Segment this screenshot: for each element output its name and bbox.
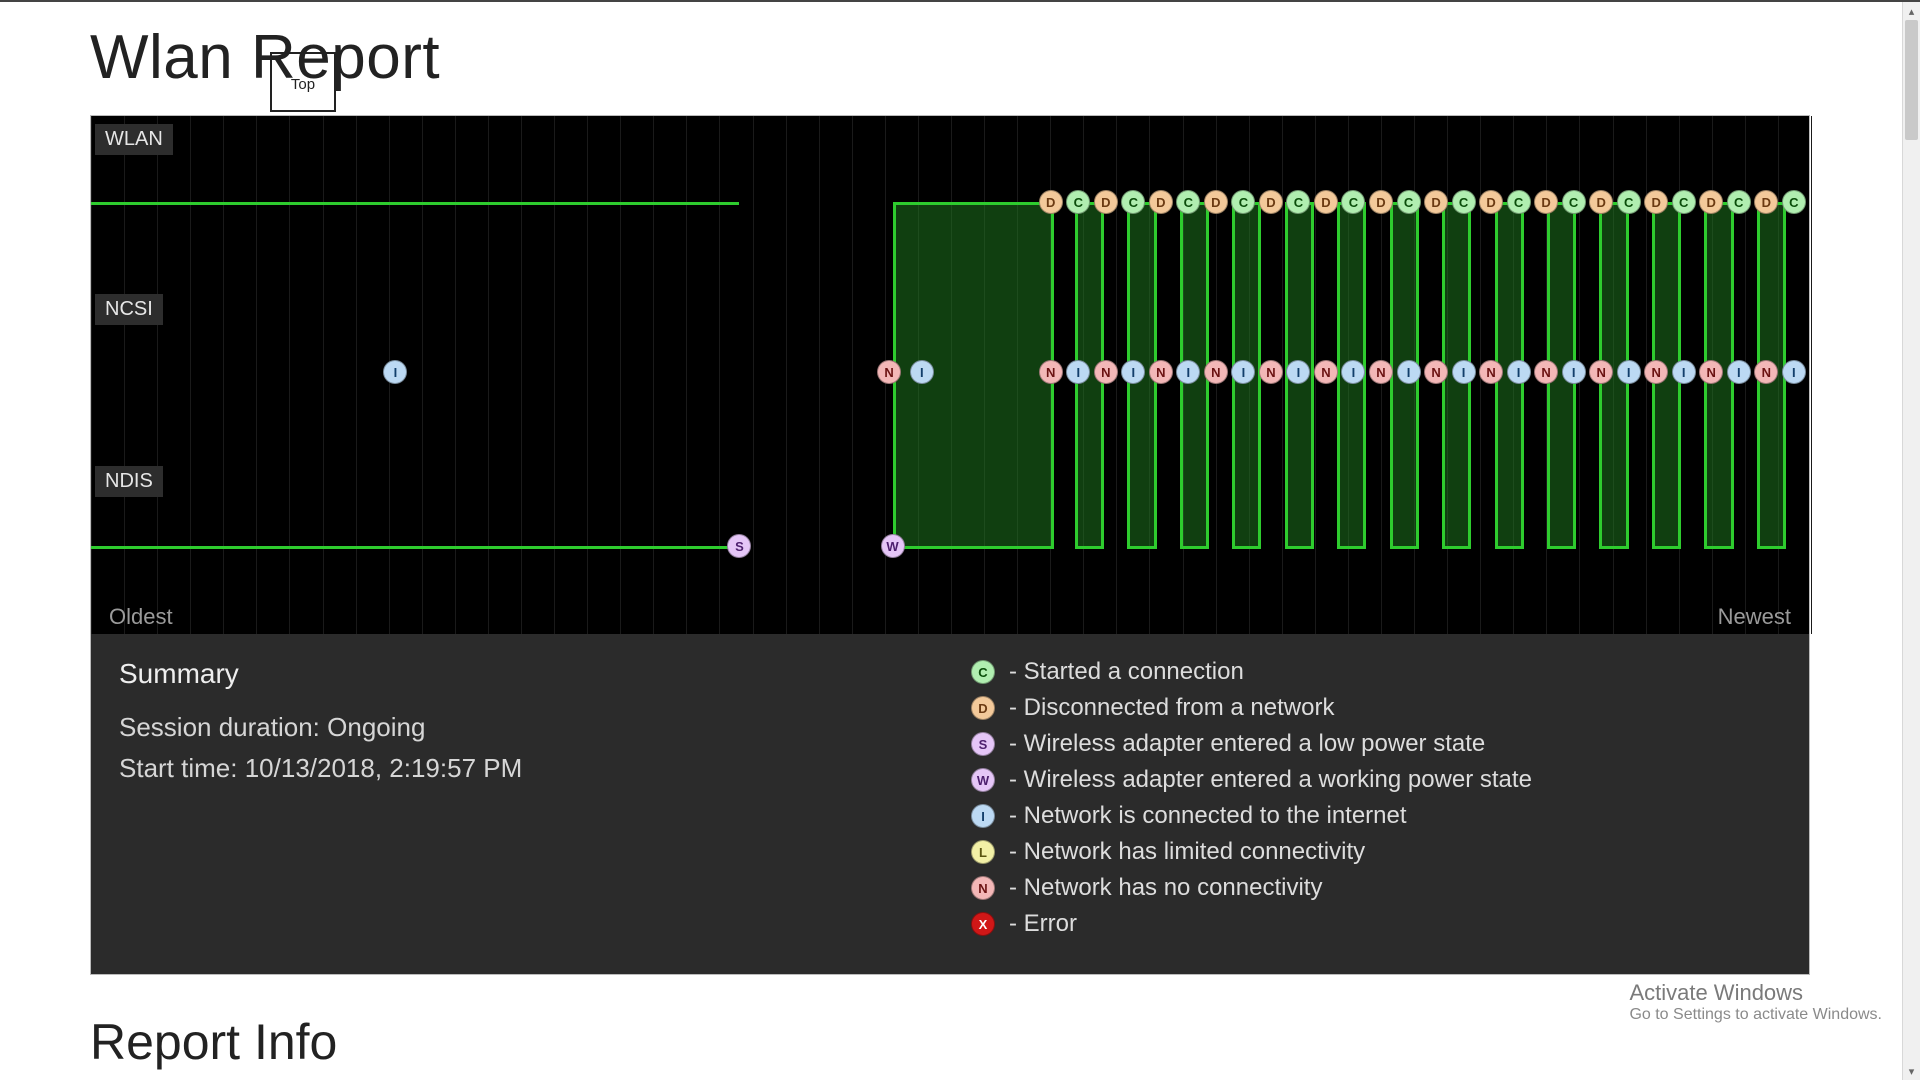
legend-w-icon: W [971,768,995,792]
watermark-title: Activate Windows [1629,980,1882,1006]
legend-c-text: - Started a connection [1009,658,1244,686]
event-n-marker[interactable]: N [1149,360,1173,384]
summary-duration-label: Session duration: [119,712,320,742]
legend-row-n: N - Network has no connectivity [971,874,1781,902]
event-i-marker[interactable]: I [1562,360,1586,384]
summary-duration: Session duration: Ongoing [119,712,961,743]
legend-w-text: - Wireless adapter entered a working pow… [1009,766,1532,794]
event-d-marker[interactable]: D [1039,190,1063,214]
legend-row-l: L - Network has limited connectivity [971,838,1781,866]
scroll-thumb[interactable] [1905,20,1918,140]
event-i-marker[interactable]: I [1617,360,1641,384]
event-i-marker[interactable]: I [1397,360,1421,384]
row-label-wlan: WLAN [95,124,173,155]
event-c-marker[interactable]: C [1617,190,1641,214]
legend-n-text: - Network has no connectivity [1009,874,1322,902]
legend-x-text: - Error [1009,910,1077,938]
watermark-sub: Go to Settings to activate Windows. [1629,1006,1882,1024]
legend-row-i: I - Network is connected to the internet [971,802,1781,830]
event-c-marker[interactable]: C [1782,190,1806,214]
legend-d-icon: D [971,696,995,720]
event-w-marker[interactable]: W [881,534,905,558]
event-c-marker[interactable]: C [1672,190,1696,214]
event-d-marker[interactable]: D [1369,190,1393,214]
event-c-marker[interactable]: C [1562,190,1586,214]
legend-row-c: C - Started a connection [971,658,1781,686]
legend-l-text: - Network has limited connectivity [1009,838,1365,866]
axis-label-oldest: Oldest [109,604,173,630]
event-n-marker[interactable]: N [1479,360,1503,384]
event-d-marker[interactable]: D [1534,190,1558,214]
summary-start-value: 10/13/2018, 2:19:57 PM [245,753,523,783]
legend-n-icon: N [971,876,995,900]
scroll-down-arrow[interactable]: ▾ [1903,1062,1920,1080]
row-label-ndis: NDIS [95,466,163,497]
legend: C - Started a connection D - Disconnected… [961,658,1781,946]
event-n-marker[interactable]: N [1314,360,1338,384]
event-c-marker[interactable]: C [1452,190,1476,214]
event-n-marker[interactable]: N [1644,360,1668,384]
vertical-scrollbar[interactable]: ▴ ▾ [1902,2,1920,1080]
event-d-marker[interactable]: D [1204,190,1228,214]
event-i-marker[interactable]: I [1672,360,1696,384]
section-report-info: Report Info [90,1013,1830,1071]
event-n-marker[interactable]: N [1094,360,1118,384]
event-c-marker[interactable]: C [1397,190,1421,214]
event-n-marker[interactable]: N [1039,360,1063,384]
legend-i-icon: I [971,804,995,828]
event-i-marker[interactable]: I [1727,360,1751,384]
report-block: WLAN NCSI NDIS DCDCDCDCDCDCDCDCDCDCDCDCD… [90,115,1810,975]
row-label-ncsi: NCSI [95,294,163,325]
page-title: Wlan Report [90,22,1830,93]
legend-c-icon: C [971,660,995,684]
scroll-up-arrow[interactable]: ▴ [1903,2,1920,20]
event-i-marker[interactable]: I [1452,360,1476,384]
event-n-marker[interactable]: N [1204,360,1228,384]
summary-heading: Summary [119,658,961,690]
event-d-marker[interactable]: D [1259,190,1283,214]
legend-l-icon: L [971,840,995,864]
legend-i-text: - Network is connected to the internet [1009,802,1407,830]
legend-x-icon: X [971,912,995,936]
summary-duration-value: Ongoing [327,712,425,742]
legend-s-icon: S [971,732,995,756]
summary-panel: Summary Session duration: Ongoing Start … [91,634,1809,974]
legend-d-text: - Disconnected from a network [1009,694,1334,722]
legend-row-s: S - Wireless adapter entered a low power… [971,730,1781,758]
event-n-marker[interactable]: N [1534,360,1558,384]
event-d-marker[interactable]: D [1644,190,1668,214]
event-i-marker[interactable]: I [1507,360,1531,384]
legend-row-d: D - Disconnected from a network [971,694,1781,722]
event-d-marker[interactable]: D [1094,190,1118,214]
event-d-marker[interactable]: D [1149,190,1173,214]
event-n-marker[interactable]: N [1259,360,1283,384]
axis-label-newest: Newest [1718,604,1791,630]
legend-row-w: W - Wireless adapter entered a working p… [971,766,1781,794]
event-d-marker[interactable]: D [1424,190,1448,214]
window-top-border [0,0,1920,2]
event-d-marker[interactable]: D [1479,190,1503,214]
event-c-marker[interactable]: C [1727,190,1751,214]
event-n-marker[interactable]: N [1589,360,1613,384]
event-d-marker[interactable]: D [1589,190,1613,214]
activate-windows-watermark: Activate Windows Go to Settings to activ… [1629,980,1882,1024]
summary-start-label: Start time: [119,753,237,783]
event-d-marker[interactable]: D [1314,190,1338,214]
event-i-marker[interactable]: I [1782,360,1806,384]
event-i-marker[interactable]: I [910,360,934,384]
event-n-marker[interactable]: N [1369,360,1393,384]
timeline-chart[interactable]: WLAN NCSI NDIS DCDCDCDCDCDCDCDCDCDCDCDCD… [91,116,1809,634]
event-n-marker[interactable]: N [1424,360,1448,384]
legend-s-text: - Wireless adapter entered a low power s… [1009,730,1485,758]
event-n-marker[interactable]: N [877,360,901,384]
summary-start: Start time: 10/13/2018, 2:19:57 PM [119,753,961,784]
event-c-marker[interactable]: C [1507,190,1531,214]
legend-row-x: X - Error [971,910,1781,938]
